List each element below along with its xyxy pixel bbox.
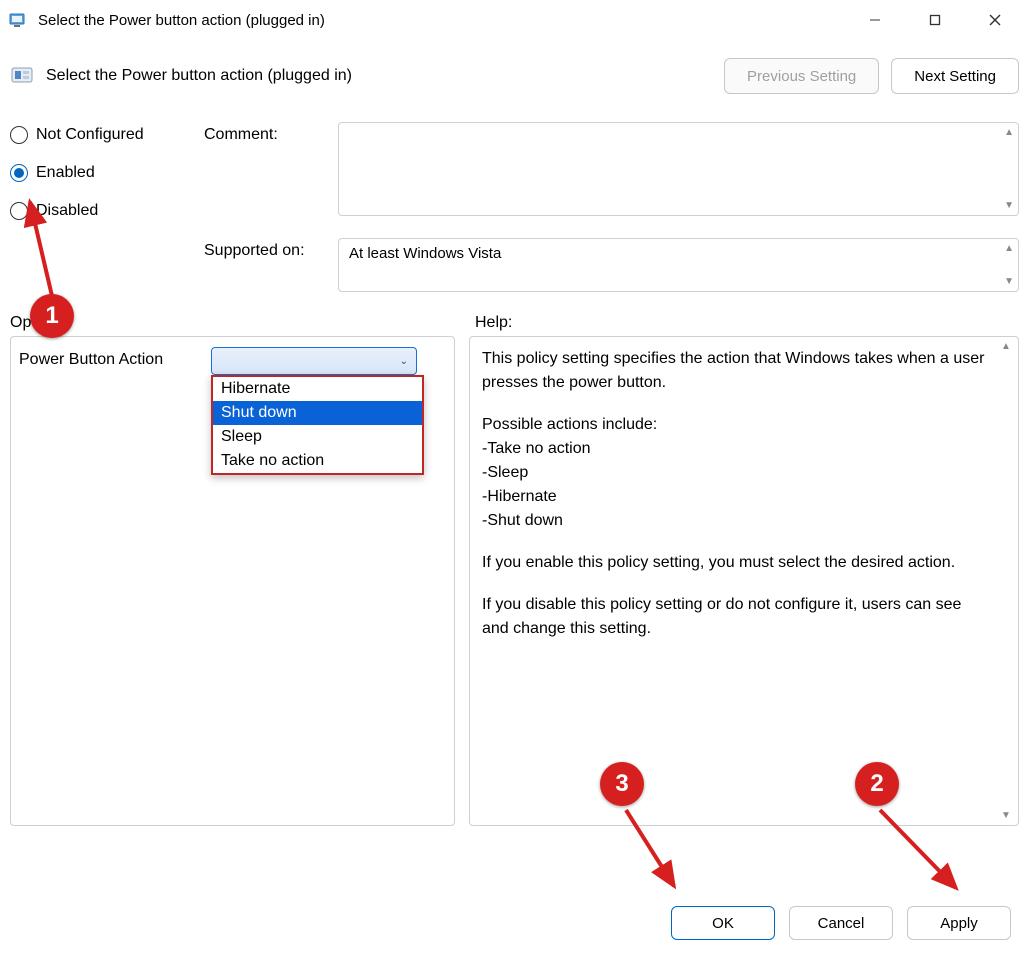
power-button-action-dropdown: Hibernate Shut down Sleep Take no action — [211, 375, 424, 475]
comment-input[interactable]: ▲ ▼ — [338, 122, 1019, 216]
help-p1: This policy setting specifies the action… — [482, 347, 992, 395]
scroll-up-icon[interactable]: ▲ — [1004, 127, 1014, 138]
help-p4: If you disable this policy setting or do… — [482, 593, 992, 641]
scroll-up-icon[interactable]: ▲ — [1001, 341, 1011, 352]
app-icon — [8, 10, 28, 30]
minimize-button[interactable] — [845, 0, 905, 40]
supported-on-label: Supported on: — [204, 238, 334, 260]
header-title: Select the Power button action (plugged … — [46, 67, 712, 85]
dropdown-option-hibernate[interactable]: Hibernate — [213, 377, 422, 401]
annotation-marker-3: 3 — [600, 762, 644, 806]
radio-not-configured[interactable]: Not Configured — [10, 126, 200, 144]
radio-label: Not Configured — [36, 126, 144, 144]
help-list-item: -Take no action — [482, 437, 992, 461]
annotation-marker-2: 2 — [855, 762, 899, 806]
window-title: Select the Power button action (plugged … — [38, 12, 845, 29]
radio-enabled[interactable]: Enabled — [10, 164, 200, 182]
annotation-marker-1: 1 — [30, 294, 74, 338]
apply-button[interactable]: Apply — [907, 906, 1011, 940]
annotation-arrow-2 — [870, 804, 980, 904]
help-text: This policy setting specifies the action… — [470, 337, 1018, 669]
scroll-down-icon[interactable]: ▼ — [1001, 810, 1011, 821]
help-p2: Possible actions include: — [482, 413, 992, 437]
close-button[interactable] — [965, 0, 1025, 40]
next-setting-button[interactable]: Next Setting — [891, 58, 1019, 94]
annotation-arrow-3 — [618, 804, 728, 904]
supported-on-value: At least Windows Vista — [349, 245, 501, 262]
ok-button[interactable]: OK — [671, 906, 775, 940]
previous-setting-button[interactable]: Previous Setting — [724, 58, 879, 94]
radio-icon — [10, 126, 28, 144]
help-list-item: -Hibernate — [482, 485, 992, 509]
cancel-button[interactable]: Cancel — [789, 906, 893, 940]
options-panel: Power Button Action ⌄ Hibernate Shut dow… — [10, 336, 455, 826]
radio-icon — [10, 164, 28, 182]
annotation-arrow-1 — [24, 196, 74, 306]
help-p3: If you enable this policy setting, you m… — [482, 551, 992, 575]
comment-label: Comment: — [204, 122, 334, 144]
power-button-action-combo[interactable]: ⌄ Hibernate Shut down Sleep Take no acti… — [211, 347, 417, 375]
radio-label: Enabled — [36, 164, 95, 182]
chevron-down-icon: ⌄ — [400, 356, 408, 367]
titlebar: Select the Power button action (plugged … — [0, 0, 1029, 40]
setting-icon — [10, 63, 36, 89]
dropdown-option-take-no-action[interactable]: Take no action — [213, 449, 422, 473]
scroll-down-icon[interactable]: ▼ — [1004, 200, 1014, 211]
help-panel: This policy setting specifies the action… — [469, 336, 1019, 826]
window-controls — [845, 0, 1025, 40]
options-label: Options: — [10, 314, 465, 332]
dropdown-option-sleep[interactable]: Sleep — [213, 425, 422, 449]
maximize-button[interactable] — [905, 0, 965, 40]
scroll-up-icon[interactable]: ▲ — [1004, 243, 1014, 254]
help-list-item: -Sleep — [482, 461, 992, 485]
help-scrollbar[interactable]: ▲ ▼ — [998, 341, 1014, 821]
scroll-down-icon[interactable]: ▼ — [1004, 276, 1014, 287]
supported-on-field: At least Windows Vista ▲ ▼ — [338, 238, 1019, 292]
help-label: Help: — [475, 314, 1019, 332]
dialog-footer: OK Cancel Apply — [671, 906, 1011, 940]
header-row: Select the Power button action (plugged … — [0, 40, 1029, 100]
dropdown-option-shut-down[interactable]: Shut down — [213, 401, 422, 425]
option-field-label: Power Button Action — [19, 347, 199, 369]
help-list-item: -Shut down — [482, 509, 992, 533]
